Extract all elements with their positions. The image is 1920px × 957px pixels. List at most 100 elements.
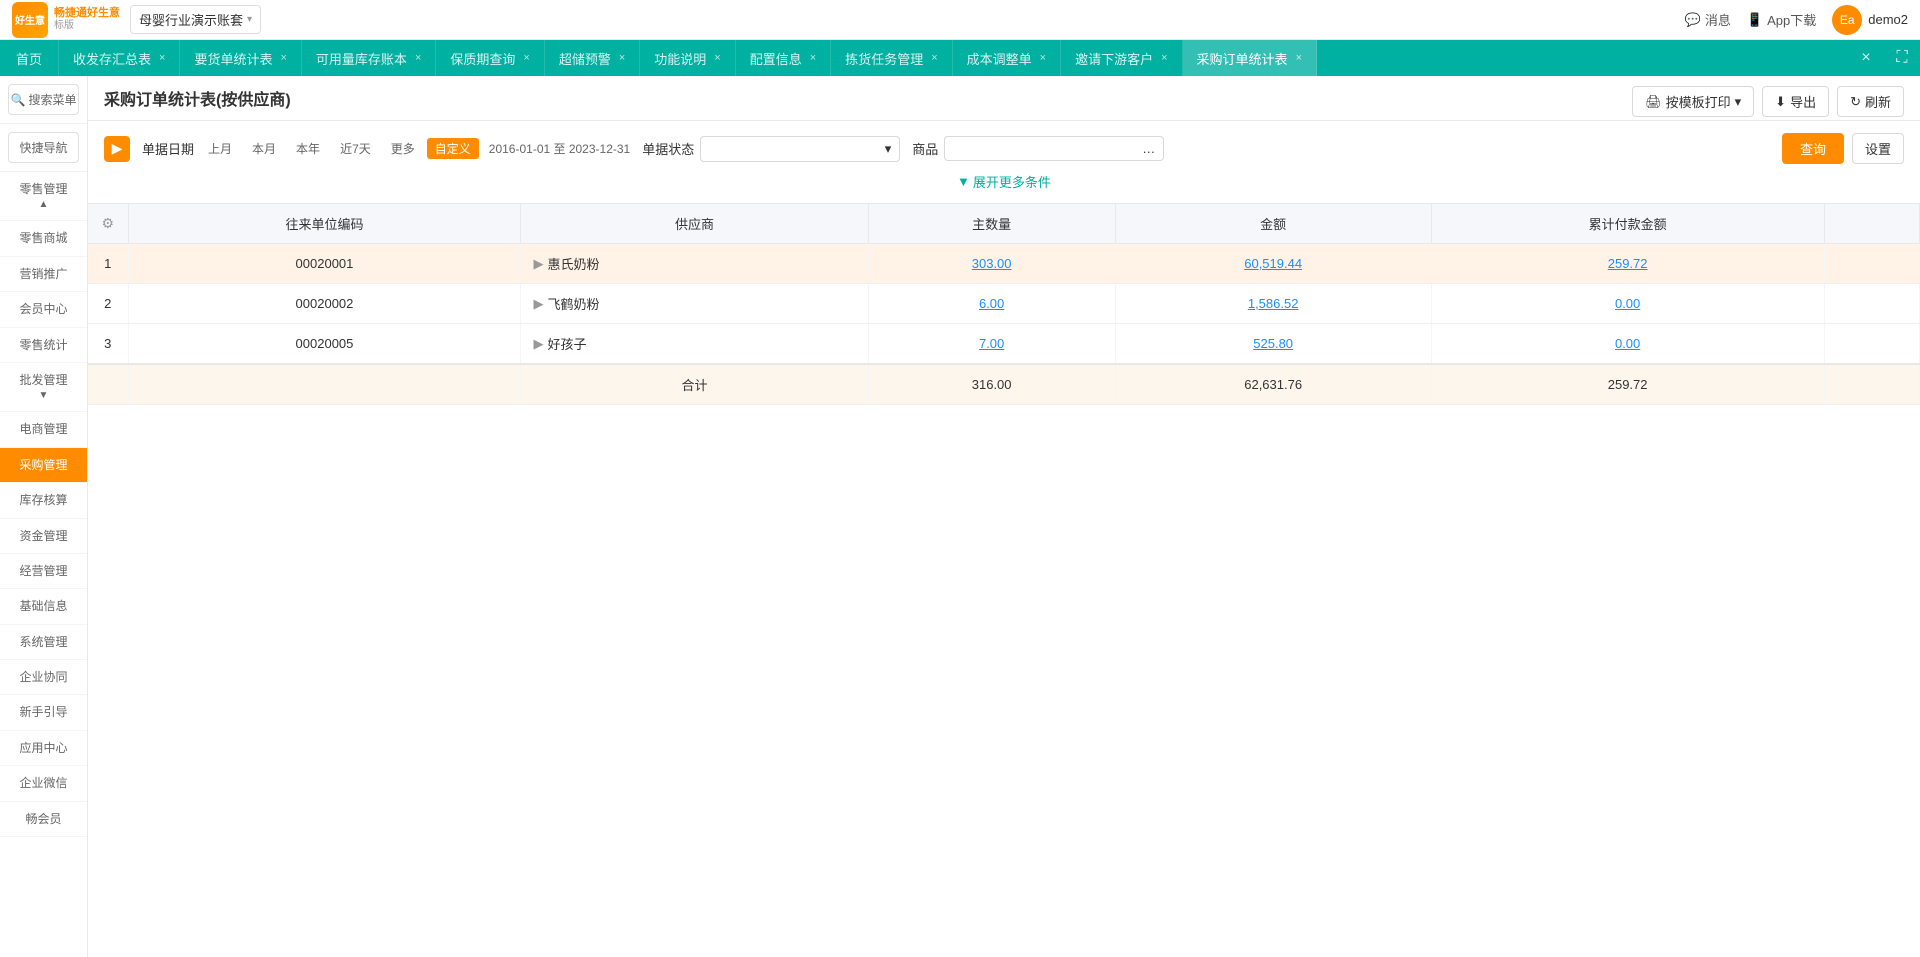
paid-link[interactable]: 259.72: [1608, 256, 1648, 271]
paid-link[interactable]: 0.00: [1615, 336, 1640, 351]
sidebar-item-member-center-label: 会员中心: [19, 302, 67, 316]
sidebar-item-sys-mgmt[interactable]: 系统管理: [0, 625, 87, 660]
date-shortcut-more[interactable]: 更多: [383, 138, 423, 159]
cell-qty: 6.00: [868, 284, 1115, 324]
tab-chengben[interactable]: 成本调整单 ×: [953, 40, 1061, 76]
expand-more-icon: ▼: [957, 174, 970, 189]
expand-more-label: 展开更多条件: [973, 172, 1051, 191]
sidebar-item-retail-mgmt[interactable]: 零售管理 ▲: [0, 172, 87, 221]
amount-link[interactable]: 60,519.44: [1244, 256, 1302, 271]
tab-yaohuoDangtong-close[interactable]: ×: [280, 52, 286, 64]
date-shortcut-7days[interactable]: 近7天: [332, 138, 379, 159]
settings-btn[interactable]: 设置: [1852, 133, 1904, 164]
sidebar-item-finance-mgmt[interactable]: 资金管理: [0, 519, 87, 554]
tab-caigouDingdan[interactable]: 采购订单统计表 ×: [1183, 40, 1317, 76]
date-shortcut-last-month[interactable]: 上月: [200, 138, 240, 159]
sidebar-item-basic-info[interactable]: 基础信息: [0, 589, 87, 624]
date-shortcut-this-month[interactable]: 本月: [244, 138, 284, 159]
user-avatar: Ea: [1832, 5, 1862, 35]
app-download-label: App下载: [1767, 10, 1816, 29]
refresh-btn[interactable]: ↻ 刷新: [1837, 86, 1904, 117]
sidebar-item-wholesale-mgmt[interactable]: 批发管理 ▼: [0, 363, 87, 412]
cell-supplier: ▶ 飞鹤奶粉: [521, 284, 868, 324]
tab-peizhi[interactable]: 配置信息 ×: [736, 40, 831, 76]
amount-link[interactable]: 1,586.52: [1248, 296, 1299, 311]
export-btn[interactable]: ⬇ 导出: [1762, 86, 1829, 117]
amount-link[interactable]: 525.80: [1253, 336, 1293, 351]
sidebar-item-member-center[interactable]: 会员中心: [0, 292, 87, 327]
tab-chaoChu[interactable]: 超储预警 ×: [545, 40, 640, 76]
print-btn[interactable]: 🖨 按模板打印 ▾: [1632, 86, 1754, 117]
date-shortcuts: 上月 本月 本年 近7天 更多 自定义: [200, 138, 479, 159]
sidebar-item-enterprise-collab[interactable]: 企业协同: [0, 660, 87, 695]
tab-peizhi-close[interactable]: ×: [810, 52, 816, 64]
table-row[interactable]: 3 00020005 ▶ 好孩子 7.00 525.80 0.00: [88, 324, 1920, 365]
footer-supplier-label: 合计: [521, 364, 868, 405]
expand-row-icon[interactable]: ▶: [533, 336, 543, 352]
tab-gongneng-close[interactable]: ×: [714, 52, 720, 64]
tab-gongneng[interactable]: 功能说明 ×: [640, 40, 735, 76]
sidebar-search-section: 🔍 搜索菜单: [0, 76, 87, 124]
tab-peihuoRenwu[interactable]: 拣货任务管理 ×: [831, 40, 952, 76]
filter-goods-input[interactable]: …: [944, 136, 1164, 161]
table-header-row: ⚙ 往来单位编码 供应商 主数量 金额 累计付款金额: [88, 204, 1920, 244]
qty-link[interactable]: 6.00: [979, 296, 1004, 311]
tab-peihuoRenwu-label: 拣货任务管理: [845, 49, 923, 68]
cell-amount: 525.80: [1115, 324, 1431, 365]
sidebar-item-app-center-label: 应用中心: [19, 741, 67, 755]
tab-baoBaoPeriod-close[interactable]: ×: [523, 52, 529, 64]
table-row[interactable]: 1 00020001 ▶ 惠氏奶粉 303.00 60,519.44 259.7…: [88, 244, 1920, 284]
qty-link[interactable]: 7.00: [979, 336, 1004, 351]
tab-yaohuoDangtong[interactable]: 要货单统计表 ×: [180, 40, 301, 76]
top-bar: 好生意 畅捷通好生意 标版 母婴行业演示账套 ▾ 💬 消息 📱 App下载 Ea…: [0, 0, 1920, 40]
sidebar-item-ops-mgmt[interactable]: 经营管理: [0, 554, 87, 589]
tab-peihuoRenwu-close[interactable]: ×: [931, 52, 937, 64]
tab-keyongLiangkucun[interactable]: 可用量库存账本 ×: [302, 40, 436, 76]
sidebar-item-retail-mall[interactable]: 零售商城: [0, 221, 87, 256]
expand-row-icon[interactable]: ▶: [533, 296, 543, 312]
sidebar-item-app-center[interactable]: 应用中心: [0, 731, 87, 766]
sidebar-item-marketing[interactable]: 营销推广: [0, 257, 87, 292]
filter-status-select[interactable]: ▾: [700, 136, 900, 162]
sidebar-item-inventory-check[interactable]: 库存核算: [0, 483, 87, 518]
workspace-selector[interactable]: 母婴行业演示账套 ▾: [130, 5, 261, 34]
date-shortcut-this-year[interactable]: 本年: [288, 138, 328, 159]
tab-chengben-close[interactable]: ×: [1040, 52, 1046, 64]
tab-yaoqing-close[interactable]: ×: [1161, 52, 1167, 64]
tab-chaoChu-close[interactable]: ×: [619, 52, 625, 64]
data-table: ⚙ 往来单位编码 供应商 主数量 金额 累计付款金额 1 00020001 ▶ …: [88, 204, 1920, 405]
table-row[interactable]: 2 00020002 ▶ 飞鹤奶粉 6.00 1,586.52 0.00: [88, 284, 1920, 324]
tab-keyongLiangkucun-close[interactable]: ×: [415, 52, 421, 64]
footer-label: [128, 364, 521, 405]
filter-collapse-btn[interactable]: ▶: [104, 136, 130, 162]
sidebar-item-retail-stats[interactable]: 零售统计: [0, 328, 87, 363]
quick-nav-btn[interactable]: 快捷导航: [8, 132, 79, 163]
paid-link[interactable]: 0.00: [1615, 296, 1640, 311]
qty-link[interactable]: 303.00: [972, 256, 1012, 271]
sidebar-item-enterprise-wechat[interactable]: 企业微信: [0, 766, 87, 801]
expand-row-icon[interactable]: ▶: [533, 256, 543, 272]
tab-shoufaHuizong-close[interactable]: ×: [159, 52, 165, 64]
main-layout: 🔍 搜索菜单 快捷导航 零售管理 ▲ 零售商城 营销推广 会员中心 零售统计 批…: [0, 76, 1920, 957]
messages-btn[interactable]: 💬 消息: [1685, 10, 1731, 29]
tab-caigouDingdan-close[interactable]: ×: [1296, 52, 1302, 64]
logo-area: 好生意 畅捷通好生意 标版: [12, 2, 120, 38]
search-menu-btn[interactable]: 🔍 搜索菜单: [8, 84, 79, 115]
col-settings-icon[interactable]: ⚙: [101, 215, 114, 231]
nav-close-all-btn[interactable]: ×: [1848, 40, 1884, 76]
sidebar-item-ecommerce-mgmt[interactable]: 电商管理: [0, 412, 87, 447]
expand-more-btn[interactable]: ▼ 展开更多条件: [957, 172, 1051, 191]
tab-yaoqing[interactable]: 邀请下游客户 ×: [1061, 40, 1182, 76]
app-download-btn[interactable]: 📱 App下载: [1747, 10, 1816, 29]
col-amount: 金额: [1115, 204, 1431, 244]
query-btn[interactable]: 查询: [1782, 133, 1844, 164]
date-custom-tag[interactable]: 自定义: [427, 138, 479, 159]
sidebar-item-purchase-mgmt[interactable]: 采购管理: [0, 448, 87, 483]
tab-home[interactable]: 首页: [0, 40, 59, 76]
tab-baoBaoPeriod[interactable]: 保质期查询 ×: [436, 40, 544, 76]
sidebar-item-member[interactable]: 畅会员: [0, 802, 87, 837]
sidebar-item-new-guide[interactable]: 新手引导: [0, 695, 87, 730]
nav-fullscreen-btn[interactable]: ⛶: [1884, 40, 1920, 76]
tab-shoufaHuizong[interactable]: 收发存汇总表 ×: [59, 40, 180, 76]
user-info[interactable]: Ea demo2: [1832, 5, 1908, 35]
